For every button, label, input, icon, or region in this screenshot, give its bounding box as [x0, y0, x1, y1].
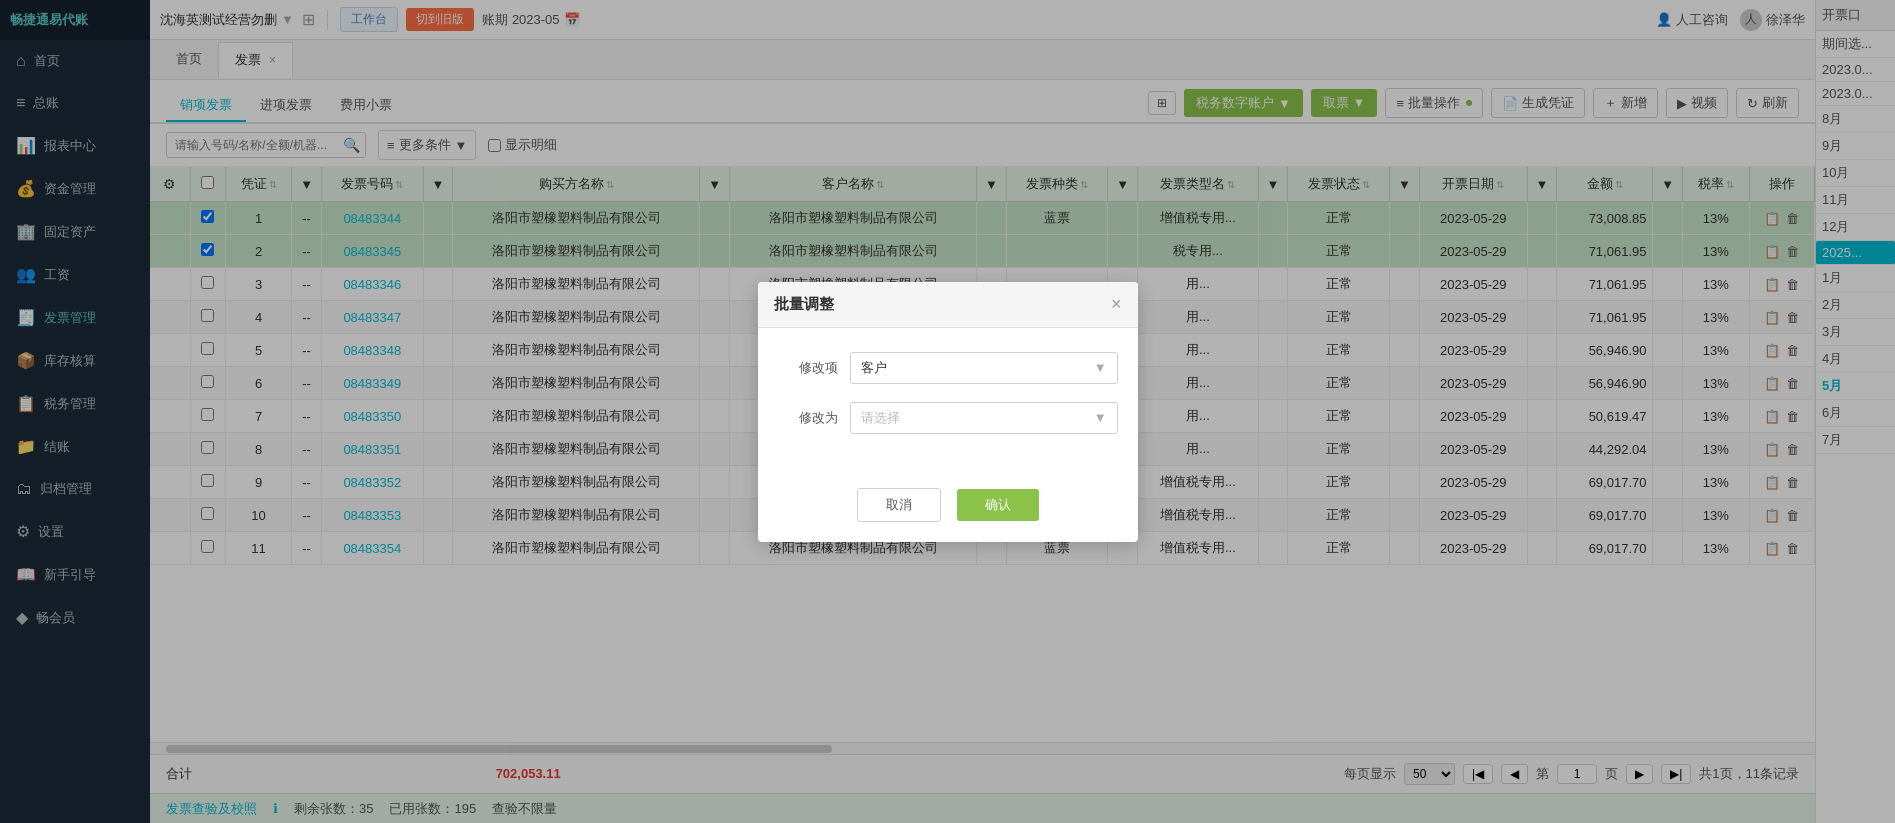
modal-change-row: 修改为 请选择 ▼: [778, 402, 1118, 434]
modal-confirm-btn[interactable]: 确认: [957, 489, 1039, 521]
modal-field-label: 修改项: [778, 359, 838, 377]
modal-title: 批量调整: [774, 295, 834, 314]
modal-field-dropdown-icon: ▼: [1094, 360, 1107, 375]
modal-change-select[interactable]: 请选择 ▼: [850, 402, 1118, 434]
modal-change-dropdown-icon: ▼: [1094, 410, 1107, 425]
modal-header: 批量调整 ×: [758, 282, 1138, 328]
modal-overlay: 批量调整 × 修改项 客户 ▼ 修改为 请选择 ▼ 取消 确认: [0, 0, 1895, 823]
modal-field-select[interactable]: 客户 ▼: [850, 352, 1118, 384]
modal-change-placeholder: 请选择: [861, 409, 900, 427]
modal-field-value: 客户: [861, 359, 887, 377]
modal-close-btn[interactable]: ×: [1111, 294, 1122, 315]
modal-footer: 取消 确认: [758, 476, 1138, 542]
modal-field-row: 修改项 客户 ▼: [778, 352, 1118, 384]
modal-change-label: 修改为: [778, 409, 838, 427]
modal-cancel-btn[interactable]: 取消: [857, 488, 941, 522]
modal-body: 修改项 客户 ▼ 修改为 请选择 ▼: [758, 328, 1138, 476]
batch-adjust-modal: 批量调整 × 修改项 客户 ▼ 修改为 请选择 ▼ 取消 确认: [758, 282, 1138, 542]
